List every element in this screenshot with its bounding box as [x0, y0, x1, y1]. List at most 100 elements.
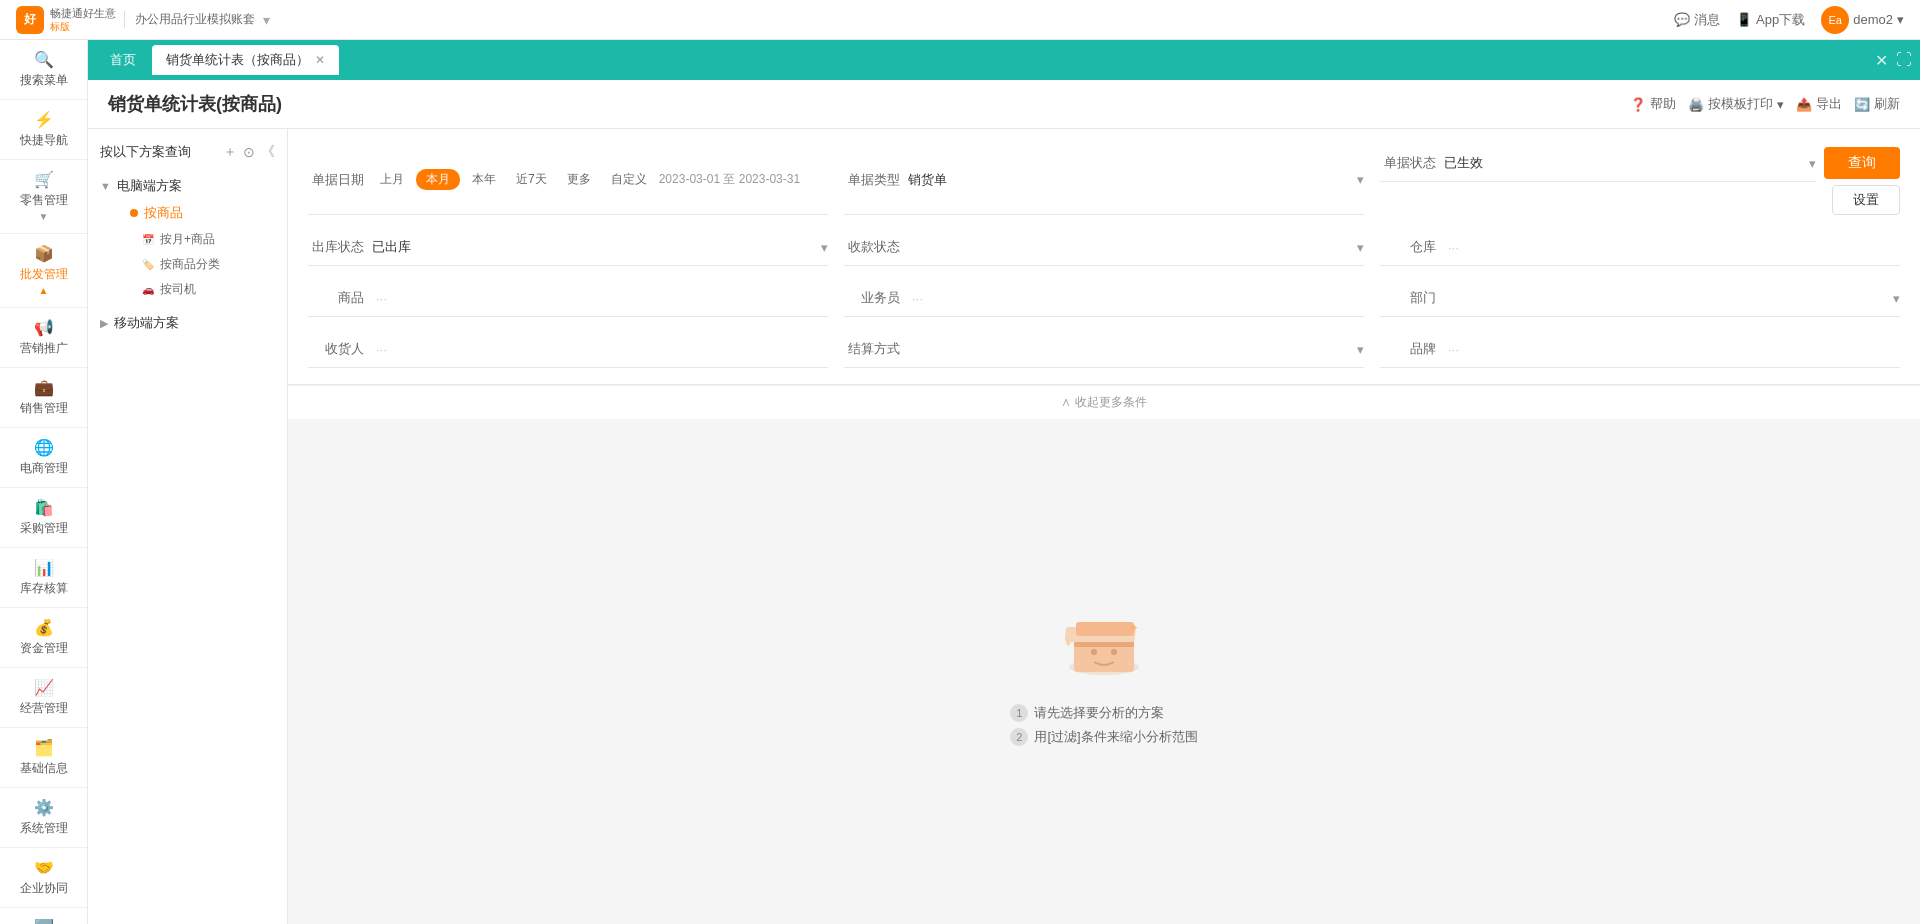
fullscreen-icon[interactable]: ⛶: [1896, 51, 1912, 69]
status-value[interactable]: 已生效 ▾: [1444, 151, 1816, 175]
home-tab-label: 首页: [110, 51, 136, 69]
tab-sales-stat[interactable]: 销货单统计表（按商品） ✕: [152, 45, 339, 75]
plan-group-mobile-title[interactable]: ▶ 移动端方案: [100, 310, 275, 336]
out-status-value[interactable]: 已出库 ▾: [372, 235, 828, 259]
sidebar-item-wholesale[interactable]: 📦 批发管理 ▲: [0, 234, 87, 308]
sidebar-item-marketing[interactable]: 📢 营销推广: [0, 308, 87, 368]
date-range-display: 2023-03-01 至 2023-03-31: [659, 171, 800, 188]
app-download-button[interactable]: 📱 App下载: [1736, 11, 1805, 29]
plan-group-pc-title[interactable]: ▼ 电脑端方案: [100, 173, 275, 199]
sidebar-item-purchase[interactable]: 🛍️ 采购管理: [0, 488, 87, 548]
date-btn-this-year[interactable]: 本年: [464, 169, 504, 190]
mobile-group-expand-icon: ▶: [100, 317, 108, 330]
filter-out-status: 出库状态 已出库 ▾: [308, 229, 828, 266]
add-plan-icon[interactable]: ＋: [223, 143, 237, 161]
warehouse-dots-icon: ···: [1448, 240, 1459, 255]
close-window-icon[interactable]: ✕: [1875, 51, 1888, 70]
page-header: 销货单统计表(按商品) ❓ 帮助 🖨️ 按模板打印 ▾ 📤 导出: [88, 80, 1920, 129]
sidebar-item-search-menu[interactable]: 🔍 搜索菜单: [0, 40, 87, 100]
dept-label: 部门: [1380, 289, 1436, 307]
type-value[interactable]: 销货单 ▾: [908, 168, 1364, 192]
sidebar-item-guide[interactable]: 🆕 新手引导: [0, 908, 87, 924]
sidebar-item-basic-info[interactable]: 🗂️ 基础信息: [0, 728, 87, 788]
collapse-panel-icon[interactable]: 《: [261, 143, 275, 161]
date-btn-7days[interactable]: 近7天: [508, 169, 555, 190]
left-panel: 按以下方案查询 ＋ ⊙ 《 ▼ 电脑端方案: [88, 129, 288, 924]
operations-icon: 📈: [4, 678, 83, 697]
user-area[interactable]: Ea demo2 ▾: [1821, 6, 1904, 34]
panel-header-title: 按以下方案查询: [100, 143, 191, 161]
sidebar-item-enterprise[interactable]: 🤝 企业协同: [0, 848, 87, 908]
top-bar: 好 畅捷通好生意 标版 办公用品行业模拟账套 ▾ 💬 消息 📱 App下载 Ea…: [0, 0, 1920, 40]
filter-settle: 结算方式 ▾: [844, 331, 1364, 368]
message-button[interactable]: 💬 消息: [1674, 11, 1720, 29]
sub-icon-month: 📅: [142, 234, 154, 245]
filter-type: 单据类型 销货单 ▾: [844, 145, 1364, 215]
brand-value[interactable]: ···: [1444, 337, 1900, 361]
plan-group-mobile: ▶ 移动端方案: [88, 306, 287, 340]
pay-status-value[interactable]: ▾: [908, 235, 1364, 259]
guide-icon: 🆕: [4, 918, 83, 924]
sidebar-item-system[interactable]: ⚙️ 系统管理: [0, 788, 87, 848]
status-dropdown-icon: ▾: [1809, 156, 1816, 171]
print-button[interactable]: 🖨️ 按模板打印 ▾: [1688, 95, 1784, 113]
date-btn-more[interactable]: 更多: [559, 169, 599, 190]
filter-pay-status: 收款状态 ▾: [844, 229, 1364, 266]
sales-icon: 💼: [4, 378, 83, 397]
sidebar-item-sales[interactable]: 💼 销售管理: [0, 368, 87, 428]
purchase-icon: 🛍️: [4, 498, 83, 517]
sidebar-item-finance[interactable]: 💰 资金管理: [0, 608, 87, 668]
settle-label: 结算方式: [844, 340, 900, 358]
sub-item-driver[interactable]: 🚗 按司机: [100, 277, 275, 302]
dropdown-icon[interactable]: ▾: [263, 12, 270, 28]
staff-dots-icon: ···: [912, 291, 923, 306]
sidebar-item-inventory[interactable]: 📊 库存核算: [0, 548, 87, 608]
svg-text:✦: ✦: [1129, 621, 1139, 635]
warehouse-label: 仓库: [1380, 238, 1436, 256]
export-button[interactable]: 📤 导出: [1796, 95, 1842, 113]
tab-controls: ✕ ⛶: [1875, 51, 1912, 70]
setting-button[interactable]: 设置: [1832, 185, 1900, 215]
tab-home[interactable]: 首页: [96, 45, 150, 75]
plan-item-by-goods[interactable]: 按商品: [100, 199, 275, 227]
refresh-button[interactable]: 🔄 刷新: [1854, 95, 1900, 113]
help-button[interactable]: ❓ 帮助: [1630, 95, 1676, 113]
tab-close-icon[interactable]: ✕: [315, 53, 325, 67]
out-status-label: 出库状态: [308, 238, 364, 256]
filter-status-area: 单据状态 已生效 ▾ 查询 设置: [1380, 145, 1900, 215]
sidebar-item-retail[interactable]: 🛒 零售管理 ▼: [0, 160, 87, 234]
empty-tips: 1 请先选择要分析的方案 2 用[过滤]条件来缩小分析范围: [1010, 704, 1197, 752]
settle-value[interactable]: ▾: [908, 337, 1364, 361]
warehouse-value[interactable]: ···: [1444, 235, 1900, 259]
query-button[interactable]: 查询: [1824, 147, 1900, 179]
sub-item-goods-category[interactable]: 🏷️ 按商品分类: [100, 252, 275, 277]
app-subtitle: 办公用品行业模拟账套: [124, 11, 255, 28]
date-btn-custom[interactable]: 自定义: [603, 169, 655, 190]
receiver-value[interactable]: ···: [372, 337, 828, 361]
query-btn-area: 查询 设置: [1824, 145, 1900, 215]
date-btn-last-month[interactable]: 上月: [372, 169, 412, 190]
filter-row-2: 出库状态 已出库 ▾ 收款状态 ▾: [308, 229, 1900, 266]
workspace: 按以下方案查询 ＋ ⊙ 《 ▼ 电脑端方案: [88, 129, 1920, 924]
sub-icon-driver: 🚗: [142, 284, 154, 295]
svg-rect-4: [1076, 622, 1134, 636]
sub-item-month-goods[interactable]: 📅 按月+商品: [100, 227, 275, 252]
goods-value[interactable]: ···: [372, 286, 828, 310]
date-btn-this-month[interactable]: 本月: [416, 169, 460, 190]
sidebar-item-operations[interactable]: 📈 经营管理: [0, 668, 87, 728]
svg-text:✦: ✦: [1064, 638, 1072, 649]
panel-icons: ＋ ⊙ 《: [223, 143, 275, 161]
quick-nav-icon: ⚡: [4, 110, 83, 129]
filter-goods: 商品 ···: [308, 280, 828, 317]
staff-value[interactable]: ···: [908, 286, 1364, 310]
content-area: 首页 销货单统计表（按商品） ✕ ✕ ⛶ 销货单统计表(按商品) ❓ 帮助: [88, 40, 1920, 924]
collapse-bar[interactable]: ∧ 收起更多条件: [288, 385, 1920, 419]
date-options: 上月 本月 本年 近7天 更多 自定义 2023-03-01 至 2023-03…: [372, 168, 828, 192]
dept-value[interactable]: ▾: [1444, 286, 1900, 310]
active-dot-icon: [130, 209, 138, 217]
settings-plan-icon[interactable]: ⊙: [243, 144, 255, 160]
sidebar-item-ecommerce[interactable]: 🌐 电商管理: [0, 428, 87, 488]
filter-area: 单据日期 上月 本月 本年 近7天 更多 自定义 2023-03-01 至 20…: [288, 129, 1920, 385]
filter-row-1: 单据日期 上月 本月 本年 近7天 更多 自定义 2023-03-01 至 20…: [308, 145, 1900, 215]
sidebar-item-quick-nav[interactable]: ⚡ 快捷导航: [0, 100, 87, 160]
